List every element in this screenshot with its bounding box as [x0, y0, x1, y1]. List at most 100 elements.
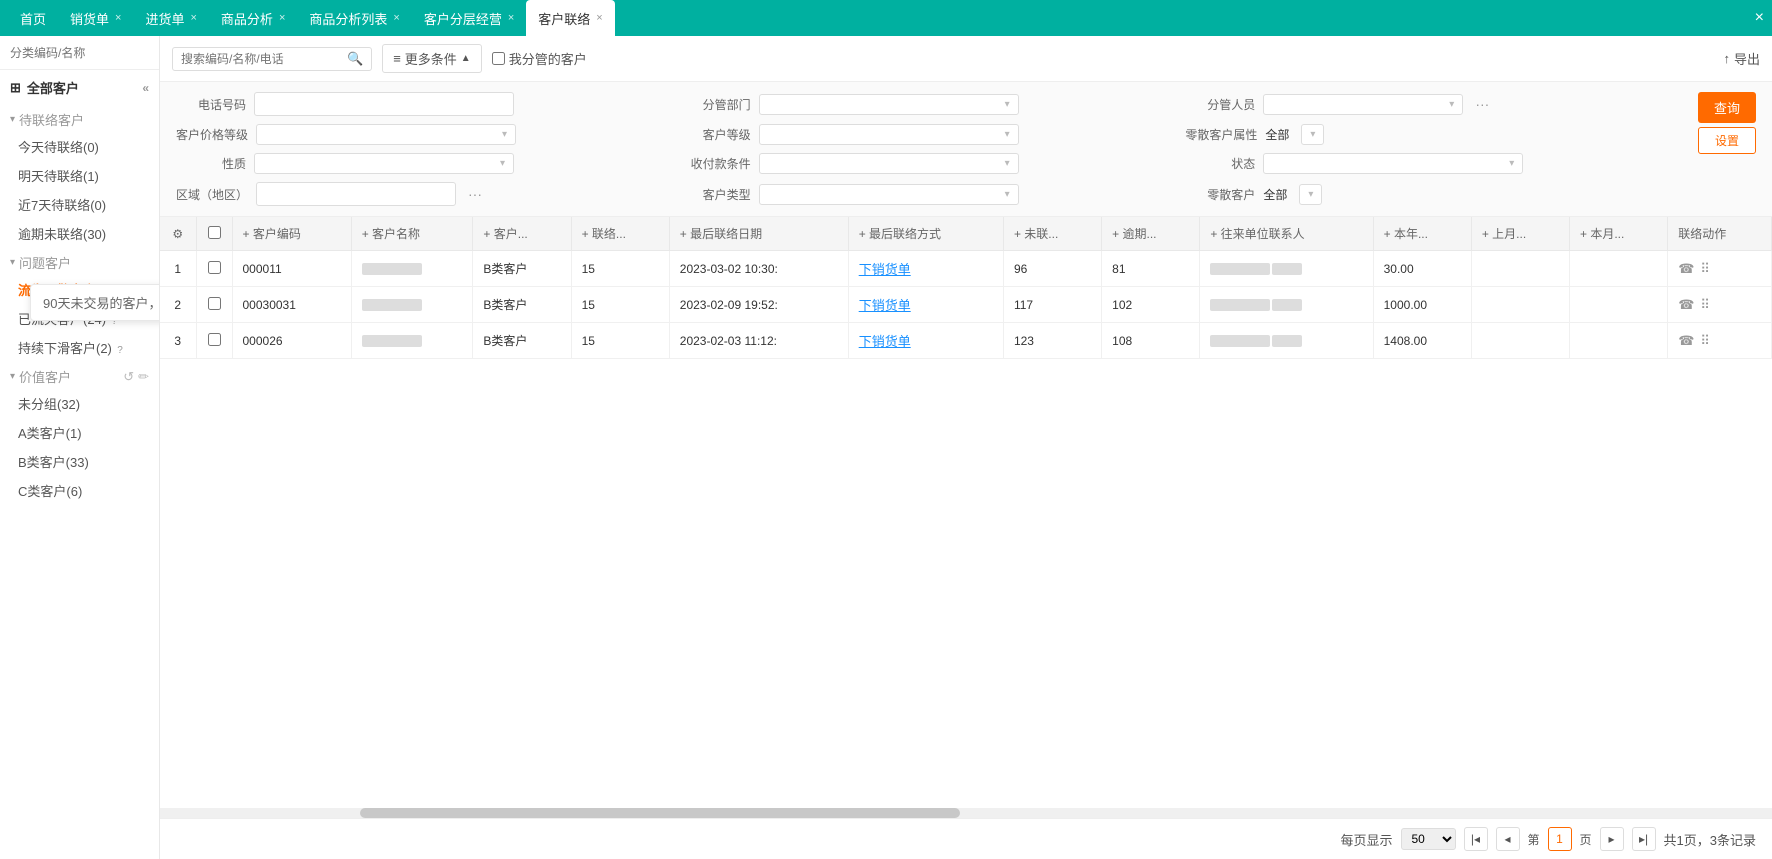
export-btn[interactable]: ↑ 导出: [1723, 49, 1760, 68]
col-settings[interactable]: ⚙: [160, 217, 196, 251]
person-more[interactable]: ···: [1471, 96, 1493, 112]
zero-customer-select[interactable]: ▾: [1299, 184, 1322, 205]
person-select[interactable]: ▾: [1263, 94, 1463, 115]
sidebar-item-b-class[interactable]: B类客户(33): [0, 447, 159, 476]
col-this-year: + 本年...: [1373, 217, 1471, 251]
last-page-btn[interactable]: ▸|: [1632, 827, 1656, 851]
tab-home[interactable]: 首页: [8, 0, 58, 36]
phone-input[interactable]: [254, 92, 514, 116]
action-phone-icon[interactable]: ☎: [1678, 333, 1694, 349]
tab-analysis-close[interactable]: ×: [279, 12, 285, 24]
my-customers-checkbox-label[interactable]: 我分管的客户: [492, 49, 587, 68]
row-select-checkbox[interactable]: [208, 333, 221, 346]
tab-sales-close[interactable]: ×: [115, 12, 121, 24]
sidebar-group-pending[interactable]: ▾ 待联络客户: [0, 105, 159, 132]
group-label-value: 价值客户: [19, 367, 71, 386]
row-checkbox[interactable]: [196, 323, 232, 359]
row-checkbox[interactable]: [196, 287, 232, 323]
my-customers-checkbox[interactable]: [492, 52, 505, 65]
row-this-month: [1570, 251, 1668, 287]
sidebar-item-declining[interactable]: 持续下滑客户(2) ?: [0, 333, 159, 362]
scrollbar-thumb[interactable]: [360, 808, 960, 818]
row-last-method[interactable]: 下销货单: [848, 323, 1003, 359]
tab-analysis[interactable]: 商品分析 ×: [209, 0, 297, 36]
sidebar-item-a-class[interactable]: A类客户(1): [0, 418, 159, 447]
gender-select[interactable]: ▾: [254, 153, 514, 174]
value-group-edit[interactable]: ✏: [138, 369, 149, 385]
status-select[interactable]: ▾: [1263, 153, 1523, 174]
col-checkbox[interactable]: [196, 217, 232, 251]
next-page-btn[interactable]: ▸: [1600, 827, 1624, 851]
sidebar-group-problem[interactable]: ▾ 问题客户: [0, 248, 159, 275]
sidebar-search-input[interactable]: [10, 46, 160, 60]
tab-sales[interactable]: 销货单 ×: [58, 0, 133, 36]
row-select-checkbox[interactable]: [208, 261, 221, 274]
row-last-method[interactable]: 下销货单: [848, 251, 1003, 287]
region-label: 区域（地区）: [176, 186, 248, 203]
region-more[interactable]: ···: [464, 186, 486, 202]
current-page[interactable]: 1: [1548, 827, 1572, 851]
sidebar-item-tomorrow[interactable]: 明天待联络(1): [0, 161, 159, 190]
action-phone-icon[interactable]: ☎: [1678, 261, 1694, 277]
action-phone-icon[interactable]: ☎: [1678, 297, 1694, 313]
name-blurred: [362, 335, 422, 347]
sidebar-item-c-class[interactable]: C类客户(6): [0, 476, 159, 505]
group-arrow-pending: ▾: [10, 114, 15, 125]
customer-type-select[interactable]: ▾: [759, 184, 1019, 205]
value-group-refresh[interactable]: ↺: [123, 369, 134, 385]
last-method-link[interactable]: 下销货单: [859, 262, 911, 277]
sidebar-item-7days[interactable]: 近7天待联络(0): [0, 190, 159, 219]
sidebar-item-ungroup[interactable]: 未分组(32): [0, 389, 159, 418]
row-checkbox[interactable]: [196, 251, 232, 287]
last-method-link[interactable]: 下销货单: [859, 334, 911, 349]
my-customers-label: 我分管的客户: [509, 49, 587, 68]
tab-analysis-list-close[interactable]: ×: [393, 12, 399, 24]
zero-attr-select[interactable]: ▾: [1301, 124, 1324, 145]
row-actions: ☎ ⠿: [1668, 323, 1772, 359]
sidebar-item-overdue[interactable]: 逾期未联络(30): [0, 219, 159, 248]
sidebar-group-value[interactable]: ▾ 价值客户 ↺ ✏: [0, 362, 159, 389]
col-actions: 联络动作: [1668, 217, 1772, 251]
col-un-contact: + 未联...: [1003, 217, 1101, 251]
action-more-icon[interactable]: ⠿: [1700, 297, 1710, 313]
tab-analysis-list[interactable]: 商品分析列表 ×: [297, 0, 411, 36]
select-all-checkbox[interactable]: [208, 226, 221, 239]
sidebar-item-today[interactable]: 今天待联络(0): [0, 132, 159, 161]
first-page-btn[interactable]: |◂: [1464, 827, 1488, 851]
tab-customer-contact[interactable]: 客户联络 ×: [526, 0, 614, 36]
filter-row-4: 区域（地区） ··· 客户类型 ▾ 零散客户: [176, 182, 1680, 206]
sidebar-all-customers[interactable]: ⊞ 全部客户 «: [0, 70, 159, 105]
tab-close-all[interactable]: ×: [1755, 9, 1764, 27]
sidebar-collapse-icon[interactable]: «: [142, 81, 149, 95]
row-no: 3: [160, 323, 196, 359]
main-search-icon[interactable]: 🔍: [347, 51, 363, 67]
customer-level-select[interactable]: ▾: [759, 124, 1019, 145]
tab-customer-layer[interactable]: 客户分层经营 ×: [412, 0, 526, 36]
col-code: + 客户编码: [232, 217, 351, 251]
per-page-select[interactable]: 50 100 200: [1401, 828, 1456, 850]
group-arrow-problem: ▾: [10, 257, 15, 268]
more-conditions-btn[interactable]: ≡ 更多条件 ▲: [382, 44, 482, 73]
horizontal-scrollbar[interactable]: [160, 808, 1772, 818]
tab-customer-layer-close[interactable]: ×: [508, 12, 514, 24]
dept-select[interactable]: ▾: [759, 94, 1019, 115]
settings-button[interactable]: 设置: [1698, 127, 1756, 154]
region-input[interactable]: [256, 182, 456, 206]
tab-customer-layer-label: 客户分层经营: [424, 9, 502, 28]
tab-purchase[interactable]: 进货单 ×: [133, 0, 208, 36]
tab-customer-contact-close[interactable]: ×: [596, 12, 602, 24]
row-last-date: 2023-02-09 19:52:: [669, 287, 848, 323]
main-search-input[interactable]: [181, 52, 341, 66]
prev-page-btn[interactable]: ◂: [1496, 827, 1520, 851]
payment-select[interactable]: ▾: [759, 153, 1019, 174]
query-button[interactable]: 查询: [1698, 92, 1756, 123]
action-more-icon[interactable]: ⠿: [1700, 261, 1710, 277]
price-level-select[interactable]: ▾: [256, 124, 516, 145]
last-method-link[interactable]: 下销货单: [859, 298, 911, 313]
row-last-method[interactable]: 下销货单: [848, 287, 1003, 323]
action-more-icon[interactable]: ⠿: [1700, 333, 1710, 349]
price-level-field: 客户价格等级 ▾: [176, 124, 671, 145]
advanced-filters: 电话号码 分管部门 ▾ 分管人员: [160, 82, 1772, 217]
row-select-checkbox[interactable]: [208, 297, 221, 310]
tab-purchase-close[interactable]: ×: [190, 12, 196, 24]
